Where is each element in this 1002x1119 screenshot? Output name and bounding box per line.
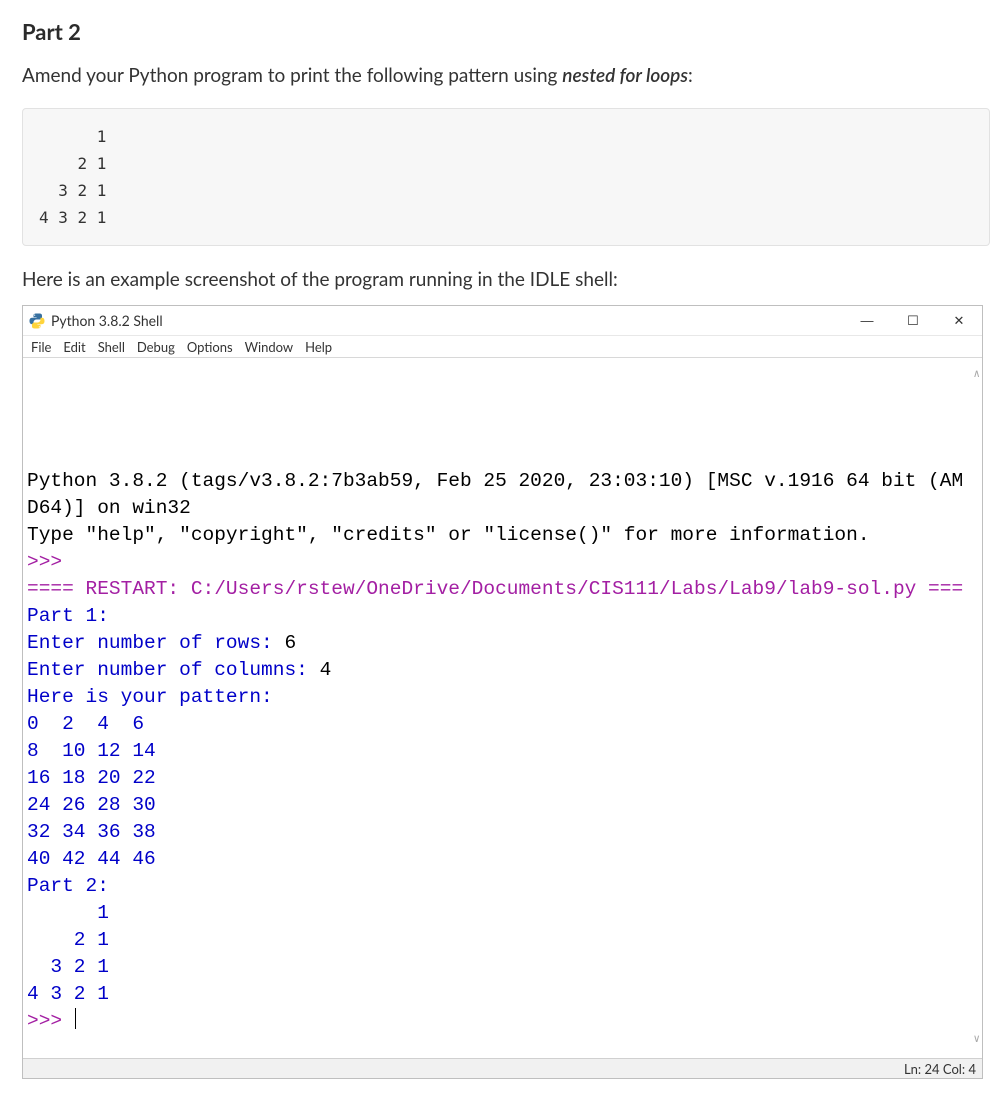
python-icon: [29, 313, 45, 329]
shell-line: 8 10 12 14: [27, 738, 980, 765]
shell-line: 24 26 28 30: [27, 792, 980, 819]
scroll-down-icon[interactable]: ∨: [973, 1027, 980, 1054]
shell-line: Type "help", "copyright", "credits" or "…: [27, 522, 980, 549]
shell-line: Here is your pattern:: [27, 684, 980, 711]
shell-line: 16 18 20 22: [27, 765, 980, 792]
menu-item-options[interactable]: Options: [185, 339, 235, 355]
shell-line: 3 2 1: [27, 954, 980, 981]
shell-line: Enter number of rows: 6: [27, 630, 980, 657]
idle-menubar: File Edit Shell Debug Options Window Help: [23, 336, 982, 358]
instruction-text: Amend your Python program to print the f…: [22, 63, 990, 90]
screenshot-caption: Here is an example screenshot of the pro…: [22, 268, 990, 291]
shell-line: 0 2 4 6: [27, 711, 980, 738]
shell-line: >>>: [27, 549, 980, 576]
maximize-button[interactable]: ☐: [890, 306, 936, 335]
shell-line: Python 3.8.2 (tags/v3.8.2:7b3ab59, Feb 2…: [27, 468, 980, 495]
shell-line: Enter number of columns: 4: [27, 657, 980, 684]
text-caret: [75, 1008, 76, 1029]
shell-line: Part 1:: [27, 603, 980, 630]
shell-line: Part 2:: [27, 873, 980, 900]
scroll-up-icon[interactable]: ∧: [973, 362, 980, 389]
menu-item-shell[interactable]: Shell: [96, 339, 127, 355]
idle-titlebar: Python 3.8.2 Shell — ☐ ✕: [23, 306, 982, 336]
idle-window: Python 3.8.2 Shell — ☐ ✕ File Edit Shell De…: [22, 305, 983, 1079]
minimize-button[interactable]: —: [844, 306, 890, 335]
menu-item-file[interactable]: File: [29, 339, 53, 355]
instruction-post: :: [688, 64, 693, 87]
shell-line: D64)] on win32: [27, 495, 980, 522]
window-controls: — ☐ ✕: [844, 306, 982, 335]
idle-shell-body[interactable]: ∧ ∨ Python 3.8.2 (tags/v3.8.2:7b3ab59, F…: [23, 358, 982, 1058]
menu-item-debug[interactable]: Debug: [135, 339, 177, 355]
shell-line: 32 34 36 38: [27, 819, 980, 846]
shell-line: 1: [27, 900, 980, 927]
shell-line: ==== RESTART: C:/Users/rstew/OneDrive/Do…: [27, 576, 980, 603]
shell-line: 40 42 44 46: [27, 846, 980, 873]
shell-line: 2 1: [27, 927, 980, 954]
menu-item-help[interactable]: Help: [303, 339, 334, 355]
close-button[interactable]: ✕: [936, 306, 982, 335]
instruction-pre: Amend your Python program to print the f…: [22, 64, 562, 87]
menu-item-edit[interactable]: Edit: [61, 339, 87, 355]
instruction-emphasis: nested for loops: [562, 64, 688, 87]
part-heading: Part 2: [22, 18, 990, 45]
shell-line: 4 3 2 1: [27, 981, 980, 1008]
shell-line: >>>: [27, 1008, 980, 1035]
pattern-codeblock: 1 2 1 3 2 1 4 3 2 1: [22, 108, 990, 247]
menu-item-window[interactable]: Window: [243, 339, 296, 355]
idle-title: Python 3.8.2 Shell: [51, 312, 844, 329]
idle-statusbar: Ln: 24 Col: 4: [23, 1058, 982, 1078]
